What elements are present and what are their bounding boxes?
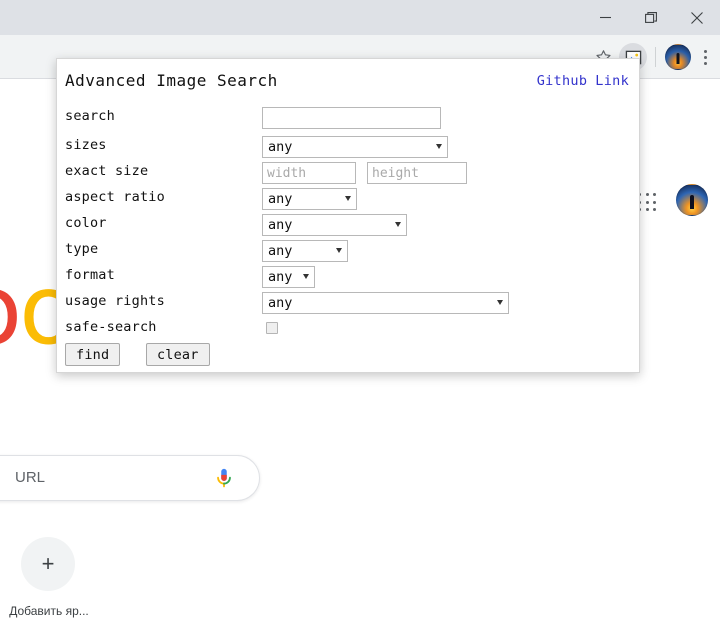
aspect-ratio-select-wrap: any	[262, 188, 357, 210]
sizes-select-wrap: any	[262, 136, 448, 158]
label-search: search	[65, 108, 115, 124]
tab-strip	[0, 0, 720, 35]
clear-button[interactable]: clear	[145, 343, 210, 366]
exact-width-field[interactable]	[262, 162, 356, 184]
aspect-ratio-select[interactable]: any	[262, 188, 357, 210]
apps-grid-icon[interactable]	[638, 193, 658, 213]
form-row-aspect-ratio: aspect ratio any	[57, 185, 639, 211]
type-select[interactable]: any	[262, 240, 348, 262]
form-row-usage-rights: usage rights any	[57, 289, 639, 315]
plus-icon: +	[41, 551, 55, 576]
form-row-type: type any	[57, 237, 639, 263]
github-link[interactable]: Github	[537, 73, 588, 89]
page-title: Advanced Image Search	[65, 71, 278, 90]
label-color: color	[65, 215, 107, 231]
add-shortcut-label: Добавить яр...	[9, 604, 89, 618]
sizes-select[interactable]: any	[262, 136, 448, 158]
window-controls	[582, 0, 720, 35]
usage-rights-select-wrap: any	[262, 292, 509, 314]
browser-window: Google URL + Добавить яр... Advanced Ima…	[0, 0, 720, 632]
type-select-wrap: any	[262, 240, 348, 262]
form-row-format: format any	[57, 263, 639, 289]
popup-header: Advanced Image Search Github Link	[57, 59, 639, 103]
format-select-wrap: any	[262, 266, 315, 288]
page-avatar[interactable]	[676, 184, 708, 216]
add-shortcut-button[interactable]: +	[21, 537, 75, 591]
label-sizes: sizes	[65, 137, 107, 153]
form-actions: find clear	[65, 343, 210, 366]
form-row-sizes: sizes any	[57, 133, 639, 159]
label-format: format	[65, 267, 115, 283]
search-input[interactable]: URL	[0, 455, 260, 501]
kebab-menu-icon[interactable]	[694, 43, 716, 71]
avatar[interactable]	[664, 43, 692, 71]
form-row-color: color any	[57, 211, 639, 237]
logo-letter: o	[0, 254, 22, 366]
color-select[interactable]: any	[262, 214, 407, 236]
search-field[interactable]	[262, 107, 441, 129]
label-safe-search: safe-search	[65, 319, 157, 335]
header-links: Github Link	[537, 73, 629, 89]
label-type: type	[65, 241, 99, 257]
toolbar-separator	[655, 47, 656, 67]
advanced-image-search-popup: Advanced Image Search Github Link search …	[56, 58, 640, 373]
color-select-wrap: any	[262, 214, 407, 236]
link-link[interactable]: Link	[595, 73, 629, 89]
form-row-exact-size: exact size	[57, 159, 639, 185]
form-row-search: search	[57, 103, 639, 133]
label-exact-size: exact size	[65, 163, 149, 179]
label-usage-rights: usage rights	[65, 293, 165, 309]
exact-height-field[interactable]	[367, 162, 467, 184]
close-button[interactable]	[674, 0, 720, 35]
search-placeholder: URL	[15, 469, 46, 486]
label-aspect-ratio: aspect ratio	[65, 189, 165, 205]
search-form: search sizes any exact size width height…	[57, 103, 639, 341]
microphone-icon[interactable]	[213, 467, 235, 491]
maximize-button[interactable]	[628, 0, 674, 35]
form-row-safe-search: safe-search	[57, 315, 639, 341]
usage-rights-select[interactable]: any	[262, 292, 509, 314]
find-button[interactable]: find	[65, 343, 121, 366]
minimize-button[interactable]	[582, 0, 628, 35]
format-select[interactable]: any	[262, 266, 315, 288]
avatar-image	[665, 44, 691, 70]
safe-search-checkbox[interactable]	[266, 322, 278, 334]
